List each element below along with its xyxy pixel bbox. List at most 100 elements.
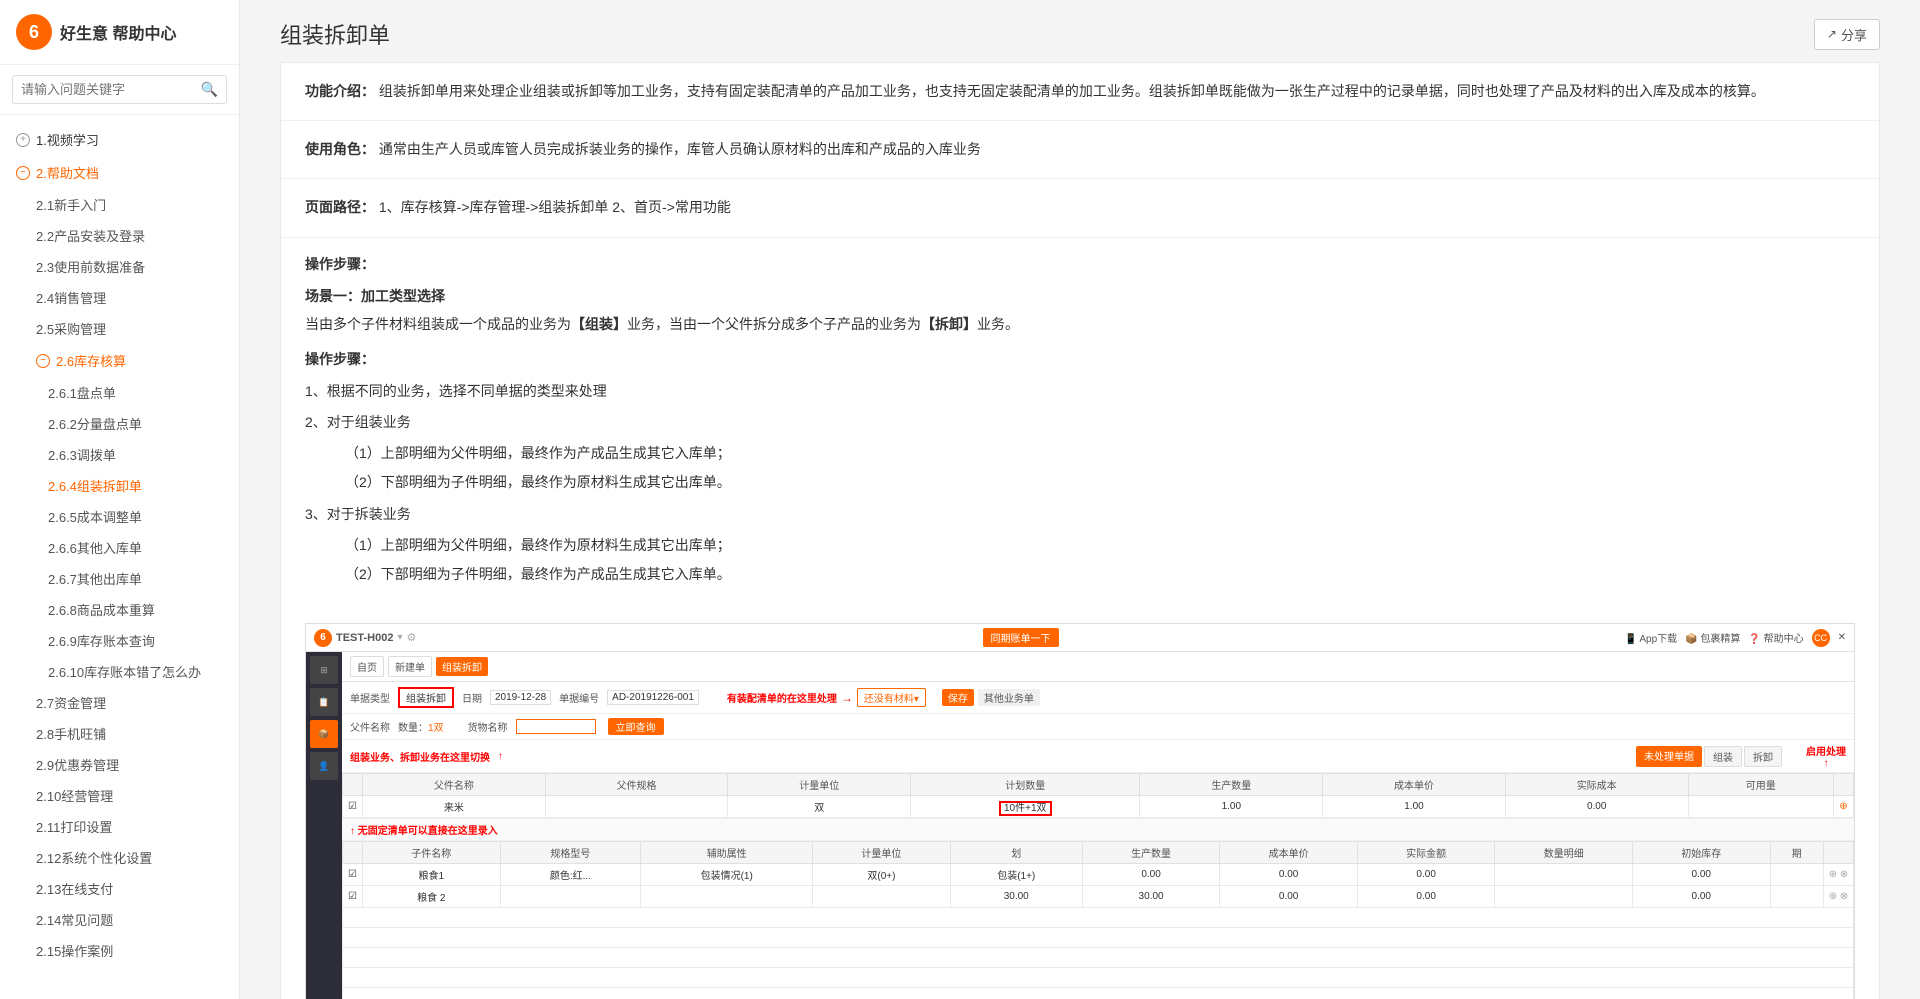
step1: 1、根据不同的业务，选择不同单据的类型来处理 — [305, 379, 1855, 404]
sidebar-item-print[interactable]: 2.11打印设置 — [0, 811, 239, 842]
row-actions2[interactable]: ⊕ ⊗ — [1824, 886, 1854, 908]
row-actions1[interactable]: ⊕ ⊗ — [1824, 864, 1854, 886]
sidebar-item-assembly[interactable]: 2.6.4组装拆卸单 — [0, 470, 239, 501]
app-sidebar-icon3-active[interactable]: 📦 — [310, 720, 338, 748]
sidebar-item-ledger-err[interactable]: 2.6.10库存账本错了怎么办 — [0, 656, 239, 687]
btn-cancel[interactable]: 其他业务单 — [978, 689, 1040, 706]
app-avatar[interactable]: CC — [1812, 629, 1830, 647]
annotation1-text: 有装配清单的在这里处理 — [727, 690, 837, 705]
search-input[interactable] — [21, 82, 201, 97]
empty-row — [343, 988, 1854, 999]
sidebar-item-docs[interactable]: − 2.帮助文档 — [0, 156, 239, 189]
sidebar-item-payment[interactable]: 2.13在线支付 — [0, 873, 239, 904]
sidebar-item-sales[interactable]: 2.4销售管理 — [0, 282, 239, 313]
share-button[interactable]: ↗ 分享 — [1814, 19, 1880, 50]
sidebar-item-inventory[interactable]: − 2.6库存核算 — [0, 344, 239, 377]
row-aux1: 包装情况(1) — [641, 864, 813, 886]
row-check-sub2[interactable]: ☑ — [343, 886, 363, 908]
sidebar-item-finance[interactable]: 2.7资金管理 — [0, 687, 239, 718]
app-main-btn[interactable]: 同期账单一下 — [983, 628, 1059, 647]
sidebar-item-data-prep[interactable]: 2.3使用前数据准备 — [0, 251, 239, 282]
app-close-icon[interactable]: ✕ — [1838, 632, 1846, 643]
sidebar-item-other-in[interactable]: 2.6.6其他入库单 — [0, 532, 239, 563]
sidebar-item-faq[interactable]: 2.14常见问题 — [0, 904, 239, 935]
row-spec1: 颜色:红... — [500, 864, 641, 886]
table-row: ☑ 来米 双 10件+1双 1.00 1.00 — [343, 796, 1854, 818]
app-screenshot: 6 TEST-H002 ▾ ⚙ 同期账单一下 📱 App下载 📦 包裹精算 ❓ … — [306, 624, 1854, 999]
row-init1: 0.00 — [1632, 864, 1770, 886]
col-action — [1834, 774, 1854, 796]
sidebar-item-other-out[interactable]: 2.6.7其他出库单 — [0, 563, 239, 594]
table-row: ☑ 粮食 2 30.00 30.00 0.00 0.00 — [343, 886, 1854, 908]
tab-home[interactable]: 自页 — [350, 656, 384, 677]
table-row-empty — [343, 988, 1854, 999]
row-sub-name1: 粮食1 — [363, 864, 501, 886]
row-available — [1688, 796, 1833, 818]
col-check2 — [343, 842, 363, 864]
app-summary-row: 父件名称 数量：1双 货物名称 立即查询 — [342, 714, 1854, 740]
annotation2-row: 组装业务、拆卸业务在这里切换 ↑ 未处理单据 组装 拆卸 启用处理 ↑ — [342, 740, 1854, 773]
sidebar-item-cost-adj[interactable]: 2.6.5成本调整单 — [0, 501, 239, 532]
form-date-value[interactable]: 2019-12-28 — [490, 690, 551, 705]
annotation3-arrow: ↑ — [1824, 758, 1829, 769]
top-table-area: 父件名称 父件规格 计量单位 计划数量 生产数量 成本单价 实际成本 可用量 — [342, 773, 1854, 818]
app-sidebar-icon2[interactable]: 📋 — [310, 688, 338, 716]
sidebar-item-video[interactable]: + 1.视频学习 — [0, 123, 239, 156]
summary-label: 父件名称 — [350, 719, 390, 734]
search-icon[interactable]: 🔍 — [201, 81, 218, 98]
search-box[interactable]: 🔍 — [12, 75, 227, 104]
sidebar-item-ops[interactable]: 2.10经营管理 — [0, 780, 239, 811]
row-aux2 — [641, 886, 813, 908]
tab-new[interactable]: 新建单 — [388, 656, 432, 677]
sidebar-item-stocktake[interactable]: 2.6.1盘点单 — [0, 377, 239, 408]
form-no-value[interactable]: AD-20191226-001 — [607, 690, 699, 705]
sidebar-item-voucher[interactable]: 2.9优惠券管理 — [0, 749, 239, 780]
row-check-sub[interactable]: ☑ — [343, 864, 363, 886]
btn-save[interactable]: 保存 — [942, 689, 974, 706]
sidebar-item-adjust[interactable]: 2.6.3调拨单 — [0, 439, 239, 470]
form-action-btns: 保存 其他业务单 — [942, 689, 1040, 706]
search-goods-input[interactable] — [516, 719, 596, 734]
btn-query[interactable]: 立即查询 — [608, 718, 664, 735]
row-check[interactable]: ☑ — [343, 796, 363, 818]
form-label-date: 日期 — [462, 690, 482, 705]
app-store-name: TEST-H002 — [336, 632, 393, 644]
sidebar-item-mobile[interactable]: 2.8手机旺铺 — [0, 718, 239, 749]
sidebar-item-label: 2.帮助文档 — [36, 163, 99, 182]
screenshot-container: 6 TEST-H002 ▾ ⚙ 同期账单一下 📱 App下载 📦 包裹精算 ❓ … — [305, 623, 1855, 999]
sidebar-item-cost-recalc[interactable]: 2.6.8商品成本重算 — [0, 594, 239, 625]
processing-label[interactable]: 还没有材料▾ — [857, 688, 926, 707]
step3: 3、对于拆装业务 — [305, 502, 1855, 527]
sidebar-item-custom[interactable]: 2.12系统个性化设置 — [0, 842, 239, 873]
app-sidebar-icon1[interactable]: ⊞ — [310, 656, 338, 684]
sidebar-item-new-user[interactable]: 2.1新手入门 — [0, 189, 239, 220]
empty-row — [343, 928, 1854, 948]
tab-disassembly-type[interactable]: 拆卸 — [1744, 746, 1782, 767]
logo-area: 6 好生意 帮助中心 — [0, 0, 239, 65]
sidebar-item-purchase[interactable]: 2.5采购管理 — [0, 313, 239, 344]
form-label-no: 单据编号 — [559, 690, 599, 705]
tab-assembly-active[interactable]: 组装拆卸 — [436, 657, 488, 676]
col-sub-name: 子件名称 — [363, 842, 501, 864]
app-left-sidebar: ⊞ 📋 📦 👤 — [306, 652, 342, 999]
annotation4-row: ↑ 无固定清单可以直接在这里录入 — [342, 818, 1854, 841]
app-nav-link2[interactable]: 📦 包裹精算 — [1685, 630, 1740, 645]
tab-unprocessed[interactable]: 未处理单据 — [1636, 746, 1702, 767]
sidebar-item-install[interactable]: 2.2产品安装及登录 — [0, 220, 239, 251]
sidebar-item-partial-stock[interactable]: 2.6.2分量盘点单 — [0, 408, 239, 439]
sidebar-item-cases[interactable]: 2.15操作案例 — [0, 935, 239, 966]
step2-2: （2）下部明细为子件明细，最终作为原材料生成其它出库单。 — [345, 470, 1855, 495]
app-nav-link3[interactable]: ❓ 帮助中心 — [1748, 630, 1803, 645]
col-actual-cost: 实际成本 — [1505, 774, 1688, 796]
sidebar-item-ledger[interactable]: 2.6.9库存账本查询 — [0, 625, 239, 656]
path-label: 页面路径： — [305, 199, 375, 215]
tab-assembly-type[interactable]: 组装 — [1704, 746, 1742, 767]
row-action[interactable]: ⊕ — [1834, 796, 1854, 818]
plan-qty-value[interactable]: 10件+1双 — [999, 801, 1052, 816]
row-actual-sub2: 0.00 — [1357, 886, 1495, 908]
intro-section: 功能介绍： 组装拆卸单用来处理企业组装或拆卸等加工业务，支持有固定装配清单的产品… — [281, 63, 1879, 121]
app-nav-link[interactable]: 📱 App下载 — [1625, 630, 1677, 645]
col-available: 可用量 — [1688, 774, 1833, 796]
app-sidebar-icon4[interactable]: 👤 — [310, 752, 338, 780]
form-type-value[interactable]: 组装拆卸 — [398, 687, 454, 708]
